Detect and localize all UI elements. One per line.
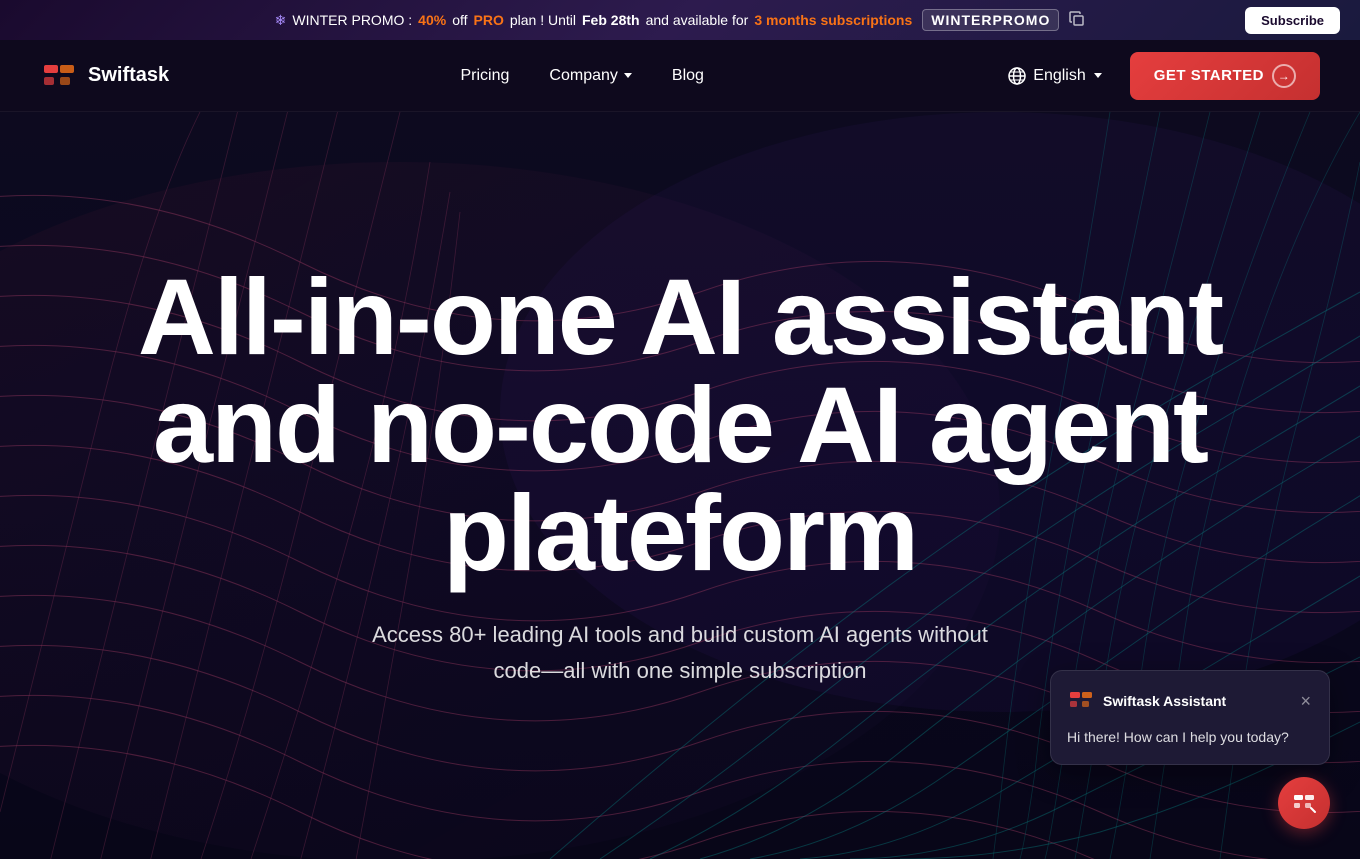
get-started-arrow-icon: → bbox=[1272, 64, 1296, 88]
promo-banner: ❄ WINTER PROMO : 40% off PRO plan ! Unti… bbox=[0, 0, 1360, 40]
hero-title: All-in-one AI assistant and no-code AI a… bbox=[130, 263, 1230, 587]
hero-subtitle: Access 80+ leading AI tools and build cu… bbox=[360, 617, 1000, 687]
promo-percent: 40% bbox=[418, 12, 446, 28]
copy-icon[interactable] bbox=[1069, 11, 1085, 30]
promo-plan-text: plan ! Until bbox=[510, 12, 576, 28]
promo-code[interactable]: WINTERPROMO bbox=[922, 9, 1059, 31]
chat-close-button[interactable]: × bbox=[1298, 689, 1313, 714]
nav-links: Pricing Company Blog bbox=[445, 59, 720, 93]
nav-company[interactable]: Company bbox=[533, 59, 647, 93]
nav-pricing[interactable]: Pricing bbox=[445, 59, 526, 93]
promo-off-text: off bbox=[452, 12, 467, 28]
promo-months: 3 months subscriptions bbox=[754, 12, 912, 28]
promo-plan-label: PRO bbox=[474, 12, 504, 28]
chat-assistant-name: Swiftask Assistant bbox=[1103, 693, 1226, 709]
language-label: English bbox=[1033, 67, 1085, 85]
chat-logo-icon bbox=[1067, 687, 1095, 715]
promo-date: Feb 28th bbox=[582, 12, 640, 28]
chat-message: Hi there! How can I help you today? bbox=[1067, 727, 1313, 748]
snowflake-icon: ❄ bbox=[275, 12, 287, 29]
nav-blog[interactable]: Blog bbox=[656, 59, 720, 93]
logo-area[interactable]: Swiftask bbox=[40, 57, 169, 95]
language-chevron-icon bbox=[1094, 73, 1102, 78]
logo-text: Swiftask bbox=[88, 64, 169, 87]
chat-popup-title-area: Swiftask Assistant bbox=[1067, 687, 1226, 715]
promo-prefix: WINTER PROMO : bbox=[292, 12, 412, 28]
get-started-label: GET STARTED bbox=[1154, 67, 1264, 84]
chat-fab-button[interactable] bbox=[1278, 777, 1330, 829]
subscribe-button[interactable]: Subscribe bbox=[1245, 7, 1340, 34]
logo-icon bbox=[40, 57, 78, 95]
hero-content: All-in-one AI assistant and no-code AI a… bbox=[130, 263, 1230, 687]
chat-fab-icon bbox=[1291, 790, 1317, 816]
chat-popup-header: Swiftask Assistant × bbox=[1067, 687, 1313, 715]
get-started-button[interactable]: GET STARTED → bbox=[1130, 52, 1320, 100]
promo-available-text: and available for bbox=[646, 12, 749, 28]
globe-icon bbox=[1007, 66, 1027, 86]
nav-right: English GET STARTED → bbox=[995, 52, 1320, 100]
chat-widget: Swiftask Assistant × Hi there! How can I… bbox=[1050, 670, 1330, 829]
chat-popup: Swiftask Assistant × Hi there! How can I… bbox=[1050, 670, 1330, 765]
language-selector[interactable]: English bbox=[995, 58, 1113, 94]
navbar: Swiftask Pricing Company Blog English bbox=[0, 40, 1360, 112]
company-chevron-icon bbox=[624, 73, 632, 78]
